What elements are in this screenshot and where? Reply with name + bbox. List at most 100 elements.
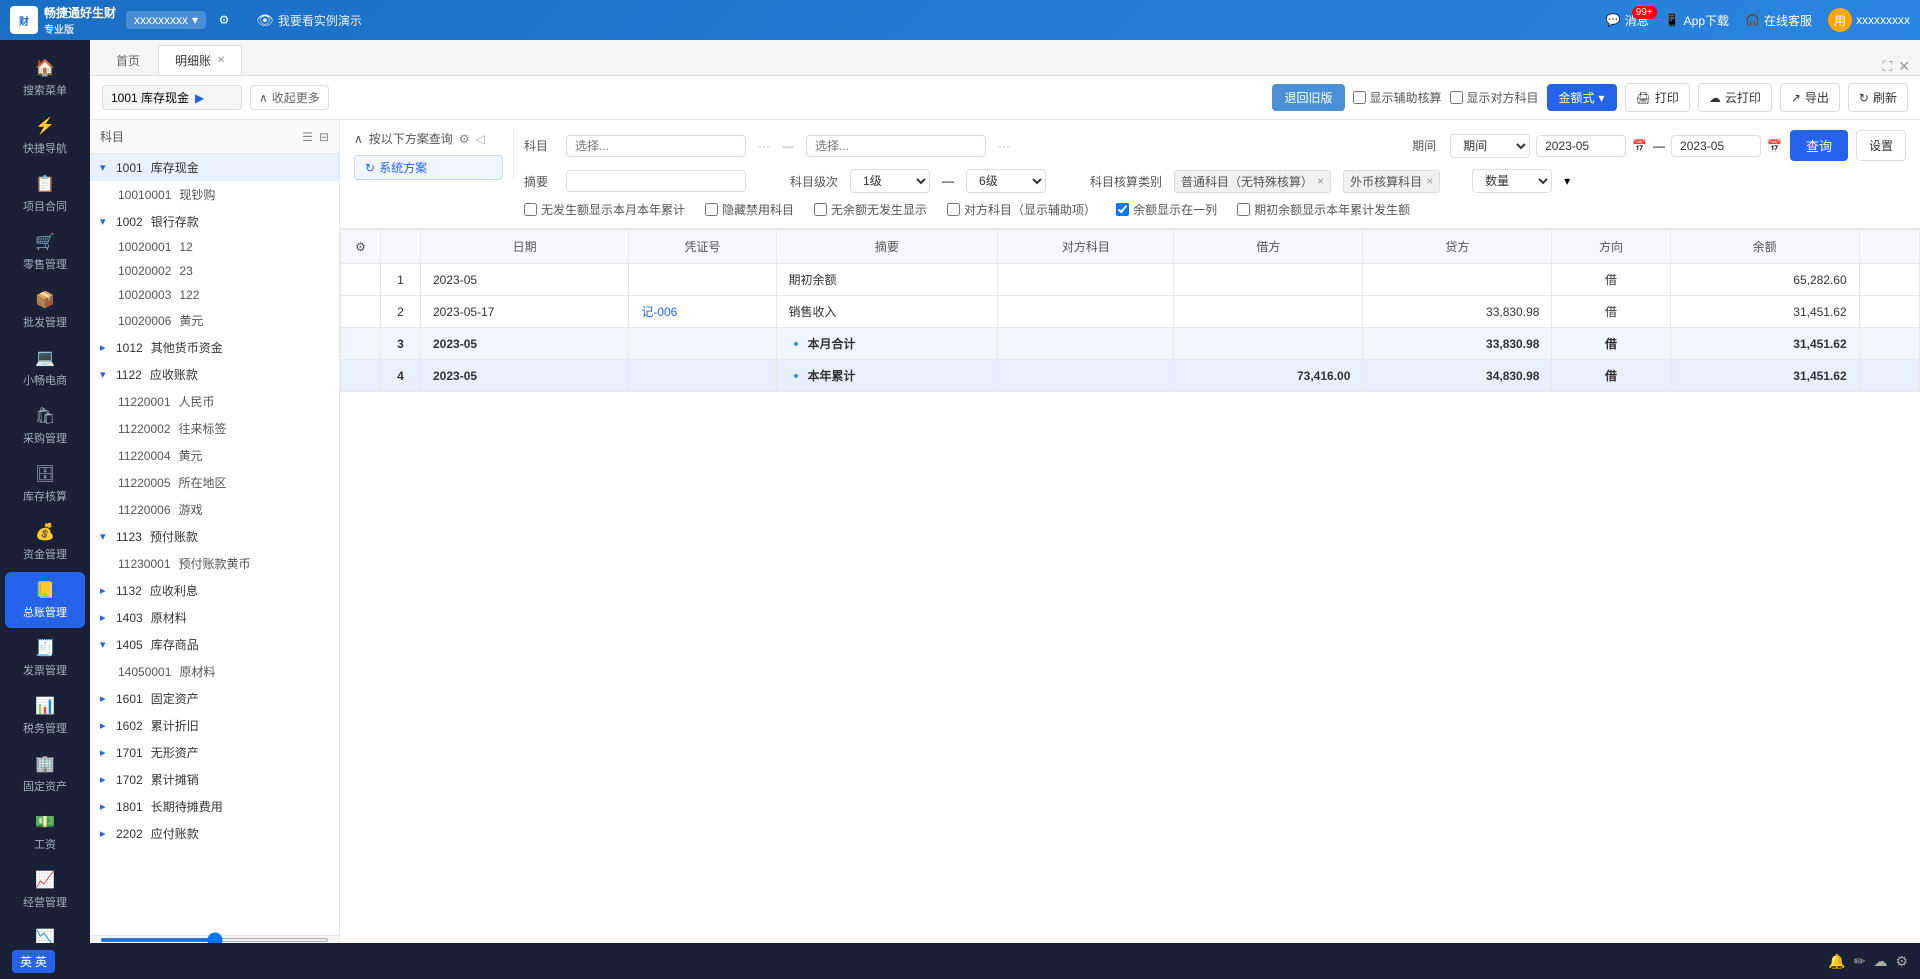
sidebar-item-invoice[interactable]: 🧾 发票管理 <box>5 630 85 686</box>
app-download-button[interactable]: 📱 App下载 <box>1665 12 1729 29</box>
amount-style-button[interactable]: 金额式 ▾ <box>1547 84 1617 111</box>
tree-item-10020003[interactable]: 10020003122 <box>90 283 339 307</box>
tree-item-11220004[interactable]: 11220004黄元 <box>90 442 339 469</box>
settings-icon[interactable]: ⚙ <box>212 8 236 32</box>
sidebar-item-payroll[interactable]: 💵 工资 <box>5 804 85 860</box>
filter-gear-icon[interactable]: ⚙ <box>459 132 470 146</box>
sidebar-item-finance[interactable]: 💰 资金管理 <box>5 514 85 570</box>
cb-no-balance-month[interactable]: 无发生额显示本月本年累计 <box>524 201 685 218</box>
demo-link[interactable]: 👁 我要看实例演示 <box>256 12 362 29</box>
tree-item-11220006[interactable]: 11220006游戏 <box>90 496 339 523</box>
sidebar-item-quick-nav[interactable]: ⚡ 快捷导航 <box>5 108 85 164</box>
print-button[interactable]: 🖨 打印 <box>1625 83 1690 112</box>
calendar-end-icon[interactable]: 📅 <box>1767 139 1782 153</box>
tab-ledger[interactable]: 明细账 ✕ <box>158 45 242 75</box>
show-contra-checkbox[interactable]: 显示对方科目 <box>1450 89 1539 106</box>
tree-item-1002[interactable]: ▾1002银行存款 <box>90 208 339 235</box>
cell-voucher[interactable]: 记-006 <box>629 296 776 328</box>
level-end-select[interactable]: 6级 <box>966 169 1046 193</box>
account-selector[interactable]: 1001 库存现金 ▶ <box>102 85 242 110</box>
remove-tag1-icon[interactable]: × <box>1317 174 1324 188</box>
online-service-button[interactable]: 🎧 在线客服 <box>1745 12 1812 29</box>
sidebar-item-wholesale[interactable]: 📦 批发管理 <box>5 282 85 338</box>
category-tag-2[interactable]: 外币核算科目 × <box>1343 170 1440 193</box>
tree-item-1405[interactable]: ▾1405库存商品 <box>90 631 339 658</box>
tree-item-1601[interactable]: ▸1601固定资产 <box>90 685 339 712</box>
cog-icon[interactable]: ⚙ <box>1895 953 1908 970</box>
system-scheme-button[interactable]: ↻ 系统方案 <box>354 155 503 180</box>
close-tab-icon[interactable]: ✕ <box>217 55 225 66</box>
tree-item-11220002[interactable]: 11220002往来标签 <box>90 415 339 442</box>
cb-no-balance[interactable]: 无余额无发生显示 <box>814 201 927 218</box>
sidebar-item-sales-report[interactable]: 📉 小畅报销 <box>5 920 85 943</box>
period-type-select[interactable]: 期间 <box>1450 134 1530 158</box>
voucher-link[interactable]: 记-006 <box>641 305 677 319</box>
tree-item-1012[interactable]: ▸1012其他货币资金 <box>90 334 339 361</box>
filter-icon[interactable]: ⊟ <box>319 130 329 144</box>
export-button[interactable]: ↗ 导出 <box>1780 83 1840 112</box>
maximize-button[interactable]: ⛶ <box>1882 58 1892 75</box>
remove-tag2-icon[interactable]: × <box>1426 174 1433 188</box>
sidebar-item-assets[interactable]: 🏢 固定资产 <box>5 746 85 802</box>
tree-item-11220005[interactable]: 11220005所在地区 <box>90 469 339 496</box>
sidebar-item-purchase[interactable]: 🛍 采购管理 <box>5 398 85 454</box>
cb-balance-one-col[interactable]: 余额显示在一列 <box>1116 201 1217 218</box>
notification-icon[interactable]: 🔔 <box>1828 953 1845 970</box>
company-selector[interactable]: xxxxxxxxx ▾ <box>126 11 206 29</box>
tree-item-1602[interactable]: ▸1602累计折旧 <box>90 712 339 739</box>
tree-item-1132[interactable]: ▸1132应收利息 <box>90 577 339 604</box>
show-aux-checkbox[interactable]: 显示辅助核算 <box>1353 89 1442 106</box>
tree-item-14050001[interactable]: 14050001原材料 <box>90 658 339 685</box>
sidebar-item-contract[interactable]: 📋 项目合同 <box>5 166 85 222</box>
quantity-select[interactable]: 数量 <box>1472 169 1552 193</box>
cb-opening-balance[interactable]: 期初余额显示本年累计发生额 <box>1237 201 1410 218</box>
tree-item-1403[interactable]: ▸1403原材料 <box>90 604 339 631</box>
period-end-input[interactable] <box>1671 135 1761 157</box>
sidebar-item-inventory[interactable]: 🗄 库存核算 <box>5 456 85 512</box>
settings-button[interactable]: 设置 <box>1856 130 1906 161</box>
tree-item-1702[interactable]: ▸1702累计摊销 <box>90 766 339 793</box>
level-start-select[interactable]: 1级 <box>850 169 930 193</box>
col-settings[interactable]: ⚙ <box>341 230 381 264</box>
close-window-button[interactable]: ✕ <box>1898 58 1910 75</box>
tree-item-1122[interactable]: ▾1122应收账款 <box>90 361 339 388</box>
tab-home[interactable]: 首页 <box>100 46 156 75</box>
expand-button[interactable]: ∧ 收起更多 <box>250 85 329 110</box>
horizontal-scrollbar[interactable] <box>100 938 329 942</box>
period-start-input[interactable] <box>1536 135 1626 157</box>
tree-item-10020006[interactable]: 10020006黄元 <box>90 307 339 334</box>
sidebar-item-home[interactable]: 🏠 搜索菜单 <box>5 50 85 106</box>
tree-item-1123[interactable]: ▾1123预付账款 <box>90 523 339 550</box>
tree-item-1001[interactable]: ▾1001库存现金 <box>90 154 339 181</box>
tree-item-10020001[interactable]: 1002000112 <box>90 235 339 259</box>
user-menu[interactable]: 用 xxxxxxxxx <box>1828 8 1910 32</box>
sidebar-item-retail[interactable]: 🛒 零售管理 <box>5 224 85 280</box>
cb-contra-aux[interactable]: 对方科目（显示辅助项） <box>947 201 1096 218</box>
calendar-start-icon[interactable]: 📅 <box>1632 139 1647 153</box>
cb-hide-disabled[interactable]: 隐藏禁用科目 <box>705 201 794 218</box>
list-icon[interactable]: ☰ <box>302 130 313 144</box>
tree-item-11220001[interactable]: 11220001人民币 <box>90 388 339 415</box>
category-tag-1[interactable]: 普通科目（无特殊核算） × <box>1174 170 1331 193</box>
collapse-scheme-icon[interactable]: ◁ <box>476 132 485 146</box>
summary-input[interactable] <box>566 170 746 192</box>
edit-icon[interactable]: ✏ <box>1854 953 1866 970</box>
translate-button[interactable]: 英 英 <box>12 950 55 973</box>
query-button[interactable]: 查询 <box>1790 130 1848 161</box>
subject-end-input[interactable] <box>806 135 986 157</box>
subject-input[interactable] <box>566 135 746 157</box>
sidebar-item-operations[interactable]: 📈 经营管理 <box>5 862 85 918</box>
messages-button[interactable]: 💬 消息 99+ <box>1606 12 1649 29</box>
tree-item-11230001[interactable]: 11230001预付账款黄币 <box>90 550 339 577</box>
refresh-button[interactable]: ↻ 刷新 <box>1848 83 1908 112</box>
sidebar-item-tax[interactable]: 📊 税务管理 <box>5 688 85 744</box>
cloud-sync-icon[interactable]: ☁ <box>1873 953 1887 970</box>
sidebar-item-ecommerce[interactable]: 💻 小畅电商 <box>5 340 85 396</box>
tree-item-1801[interactable]: ▸1801长期待摊费用 <box>90 793 339 820</box>
cloud-print-button[interactable]: ☁ 云打印 <box>1698 83 1772 112</box>
sidebar-item-ledger[interactable]: 📒 总账管理 <box>5 572 85 628</box>
back-to-old-button[interactable]: 退回旧版 <box>1272 84 1344 111</box>
tree-item-1701[interactable]: ▸1701无形资产 <box>90 739 339 766</box>
tree-item-10020002[interactable]: 1002000223 <box>90 259 339 283</box>
tree-item-10010001[interactable]: 10010001现钞购 <box>90 181 339 208</box>
